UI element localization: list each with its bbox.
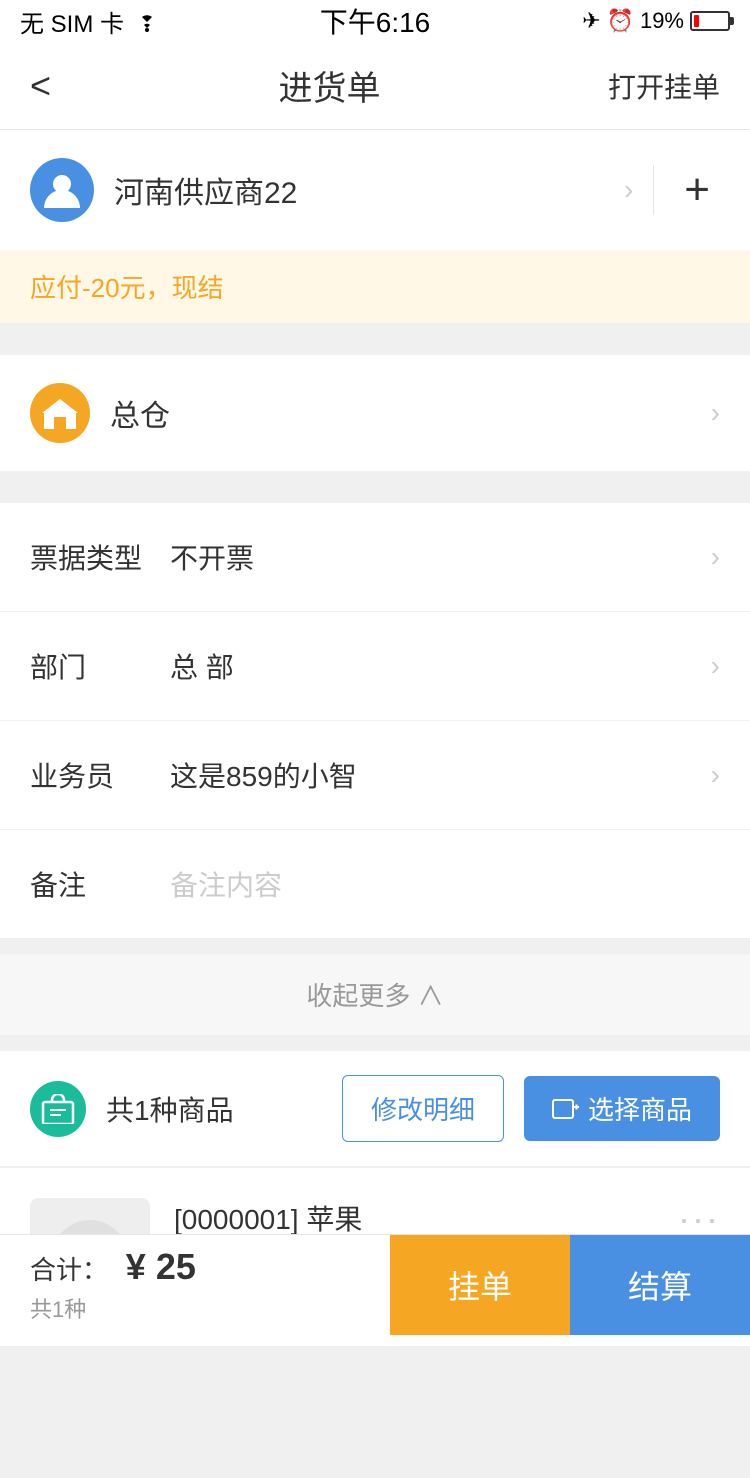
department-label: 部门 xyxy=(30,646,150,686)
select-product-icon xyxy=(552,1097,580,1121)
department-chevron-icon: › xyxy=(711,650,720,682)
warehouse-name: 总仓 xyxy=(110,391,701,435)
collapse-row[interactable]: 收起更多 ∧ xyxy=(0,954,750,1035)
edit-detail-button[interactable]: 修改明细 xyxy=(342,1075,504,1142)
alarm-icon: ⏰ xyxy=(607,8,634,34)
carrier-text: 无 SIM 卡 xyxy=(20,4,124,39)
product-icon-wrap xyxy=(30,1081,86,1137)
form-card: 票据类型 不开票 › 部门 总 部 › 业务员 这是859的小智 › 备注 备注… xyxy=(0,503,750,938)
spacer-1 xyxy=(0,339,750,355)
invoice-type-value: 不开票 xyxy=(150,537,701,577)
warehouse-chevron-icon: › xyxy=(711,397,720,429)
status-bar: 无 SIM 卡 下午6:16 ✈ ⏰ 19% xyxy=(0,0,750,42)
salesperson-chevron-icon: › xyxy=(711,759,720,791)
total-amount: ¥ 25 xyxy=(126,1246,196,1287)
footer-spacer xyxy=(0,1362,750,1478)
remark-label: 备注 xyxy=(30,864,150,904)
warehouse-card[interactable]: 总仓 › xyxy=(0,355,750,471)
warehouse-icon-wrap xyxy=(30,383,90,443)
product-bag-icon xyxy=(41,1094,75,1124)
spacer-2 xyxy=(0,487,750,503)
status-bar-time: 下午6:16 xyxy=(320,1,431,41)
department-row[interactable]: 部门 总 部 › xyxy=(0,612,750,721)
supplier-avatar xyxy=(30,158,94,222)
total-sub: 共1种 xyxy=(30,1292,360,1324)
salesperson-label: 业务员 xyxy=(30,755,150,795)
department-value: 总 部 xyxy=(150,646,701,686)
open-pending-button[interactable]: 打开挂单 xyxy=(608,66,720,106)
warehouse-row[interactable]: 总仓 › xyxy=(0,355,750,471)
footer: 合计： ¥ 25 共1种 挂单 结算 xyxy=(0,1234,750,1334)
nav-bar: < 进货单 打开挂单 xyxy=(0,42,750,130)
page-title: 进货单 xyxy=(279,61,381,110)
invoice-type-row[interactable]: 票据类型 不开票 › xyxy=(0,503,750,612)
select-product-button[interactable]: 选择商品 xyxy=(524,1076,720,1141)
remark-row[interactable]: 备注 备注内容 xyxy=(0,830,750,938)
location-icon: ✈ xyxy=(582,8,600,34)
invoice-chevron-icon: › xyxy=(711,541,720,573)
product-name: [0000001] 苹果 xyxy=(174,1198,678,1238)
payment-notice: 应付-20元，现结 xyxy=(0,250,750,323)
supplier-chevron-icon: › xyxy=(624,174,633,206)
warehouse-icon xyxy=(42,397,78,429)
battery-icon xyxy=(690,11,730,31)
product-code: [0000001] xyxy=(174,1204,299,1235)
person-icon xyxy=(42,170,82,210)
pending-button[interactable]: 挂单 xyxy=(390,1235,570,1335)
add-button[interactable]: + xyxy=(674,168,720,212)
wifi-icon xyxy=(132,10,162,32)
remark-input[interactable]: 备注内容 xyxy=(150,864,720,904)
product-header: 共1种商品 修改明细 选择商品 xyxy=(0,1051,750,1166)
status-bar-left: 无 SIM 卡 xyxy=(20,4,162,39)
footer-total: 合计： ¥ 25 共1种 xyxy=(0,1246,390,1324)
product-title: 苹果 xyxy=(306,1204,362,1235)
settle-button[interactable]: 结算 xyxy=(570,1235,750,1335)
total-label: 合计： xyxy=(30,1255,108,1285)
supplier-row[interactable]: 河南供应商22 › + xyxy=(0,130,750,250)
mini-spacer xyxy=(0,1166,750,1168)
supplier-card: 河南供应商22 › + 应付-20元，现结 xyxy=(0,130,750,323)
vertical-divider xyxy=(653,165,654,215)
battery-text: 19% xyxy=(640,8,684,34)
salesperson-row[interactable]: 业务员 这是859的小智 › xyxy=(0,721,750,830)
product-count: 共1种商品 xyxy=(106,1089,322,1129)
status-bar-right: ✈ ⏰ 19% xyxy=(582,8,730,34)
invoice-type-label: 票据类型 xyxy=(30,537,150,577)
salesperson-value: 这是859的小智 xyxy=(150,755,701,795)
select-product-label: 选择商品 xyxy=(588,1090,692,1127)
back-button[interactable]: < xyxy=(30,65,51,107)
supplier-name: 河南供应商22 xyxy=(114,168,614,212)
